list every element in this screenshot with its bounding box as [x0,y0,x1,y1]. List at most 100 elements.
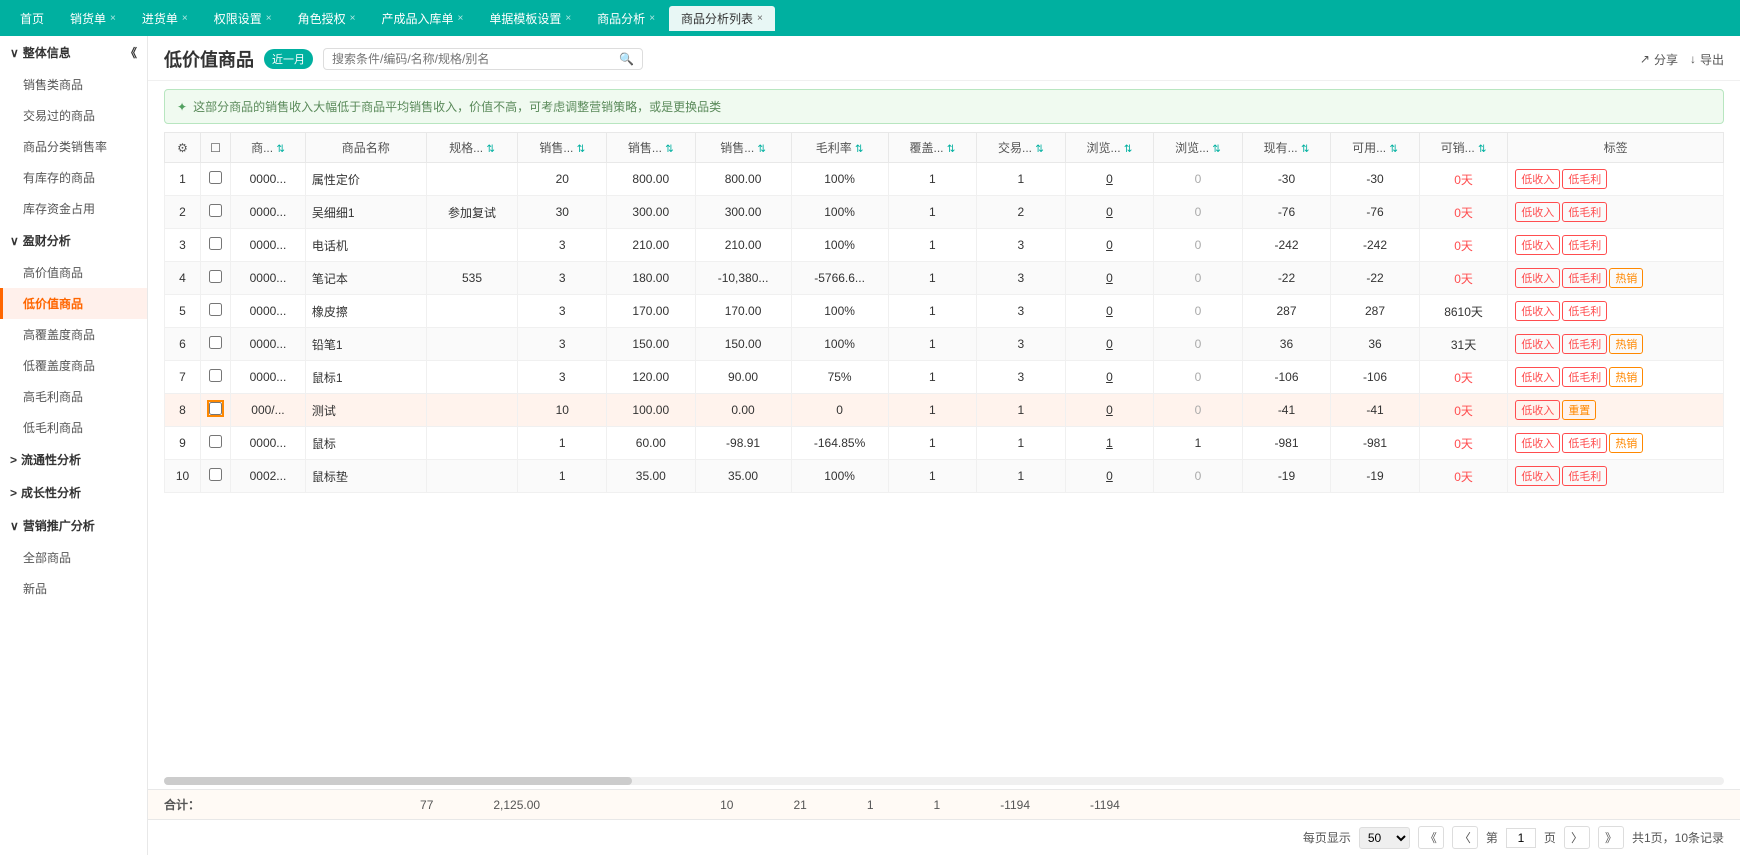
cell-sale1: 800.00 [607,163,696,196]
cell-checkbox[interactable] [201,394,231,427]
col-settings[interactable]: ⚙ [165,133,201,163]
col-browse2[interactable]: 浏览... ⇅ [1154,133,1243,163]
nav-home[interactable]: 首页 [8,6,56,31]
sidebar-item-inventory-funds[interactable]: 库存资金占用 [0,193,147,224]
cell-browse1[interactable]: 0 [1065,295,1154,328]
close-sales-order-icon[interactable]: × [110,13,116,24]
nav-product-in[interactable]: 产成品入库单 × [369,6,475,31]
close-role-auth-icon[interactable]: × [350,13,356,24]
col-spec[interactable]: 规格... ⇅ [426,133,518,163]
cell-tags: 低收入低毛利 [1508,295,1724,328]
cell-sale3: 75% [791,361,888,394]
time-filter-tag[interactable]: 近一月 [264,49,313,69]
sidebar-section-marketing[interactable]: ∨ 营销推广分析 [0,509,147,542]
cell-checkbox[interactable] [201,163,231,196]
cell-checkbox[interactable] [201,295,231,328]
page-number-input[interactable] [1506,828,1536,848]
close-product-analysis-icon[interactable]: × [649,13,655,24]
cell-browse1[interactable]: 0 [1065,361,1154,394]
col-code[interactable]: 商... ⇅ [231,133,306,163]
col-sale3[interactable]: 销售... ⇅ [695,133,791,163]
cell-checkbox[interactable] [201,262,231,295]
search-icon[interactable]: 🔍 [619,52,634,66]
close-template-icon[interactable]: × [565,13,571,24]
sidebar-item-high-margin[interactable]: 高毛利商品 [0,381,147,412]
sidebar-section-overall[interactable]: ∨ 整体信息 《 [0,36,147,69]
col-checkbox[interactable]: ☐ [201,133,231,163]
nav-permissions[interactable]: 权限设置 × [202,6,284,31]
nav-sales-order[interactable]: 销货单 × [58,6,128,31]
export-button[interactable]: ↓ 导出 [1690,51,1724,68]
cell-cover: 1 [888,328,977,361]
cell-cover: 1 [888,427,977,460]
cell-checkbox[interactable] [201,460,231,493]
close-product-in-icon[interactable]: × [457,13,463,24]
scrollbar-thumb[interactable] [164,777,632,785]
col-trade[interactable]: 交易... ⇅ [977,133,1066,163]
cell-browse1[interactable]: 0 [1065,229,1154,262]
share-button[interactable]: ↗ 分享 [1640,51,1678,68]
cell-name: 属性定价 [305,163,426,196]
nav-role-auth[interactable]: 角色授权 × [286,6,368,31]
cell-browse1[interactable]: 0 [1065,262,1154,295]
sidebar-item-category-sales-rate[interactable]: 商品分类销售率 [0,131,147,162]
nav-product-analysis-list[interactable]: 商品分析列表 × [669,6,775,31]
cell-checkbox[interactable] [201,229,231,262]
nav-purchase-order[interactable]: 进货单 × [130,6,200,31]
close-purchase-order-icon[interactable]: × [182,13,188,24]
col-sale2[interactable]: 销售... ⇅ [607,133,696,163]
sidebar-section-profit[interactable]: ∨ 盈财分析 [0,224,147,257]
cell-browse1[interactable]: 0 [1065,163,1154,196]
cell-sale3: 100% [791,295,888,328]
col-sellable[interactable]: 可销... ⇅ [1419,133,1508,163]
horizontal-scrollbar[interactable] [164,777,1724,785]
sidebar-item-low-value[interactable]: 低价值商品 [0,288,147,319]
first-page-button[interactable]: 《 [1418,826,1444,849]
cell-name: 测试 [305,394,426,427]
sidebar-section-growth[interactable]: > 成长性分析 [0,476,147,509]
content-area: 低价值商品 近一月 🔍 ↗ 分享 ↓ 导出 ✦ 这部分商品的销售收入大幅低于商品… [148,36,1740,855]
col-cover[interactable]: 覆盖... ⇅ [888,133,977,163]
cell-sale1: 300.00 [607,196,696,229]
footer-stock: -1194 [1000,798,1030,812]
last-page-button[interactable]: 》 [1598,826,1624,849]
cell-checkbox[interactable] [201,196,231,229]
collapse-overall-icon[interactable]: 《 [125,44,137,61]
close-permissions-icon[interactable]: × [266,13,272,24]
sidebar-item-low-coverage[interactable]: 低覆盖度商品 [0,350,147,381]
data-table: ⚙ ☐ 商... ⇅ 商品名称 规格... ⇅ 销售... ⇅ 销售... ⇅ … [164,132,1724,493]
sidebar-item-new-products[interactable]: 新品 [0,573,147,604]
nav-product-analysis[interactable]: 商品分析 × [585,6,667,31]
cell-browse1[interactable]: 1 [1065,427,1154,460]
cell-checkbox[interactable] [201,328,231,361]
sidebar-section-liquidity[interactable]: > 流通性分析 [0,443,147,476]
sidebar-item-low-margin[interactable]: 低毛利商品 [0,412,147,443]
col-avail[interactable]: 可用... ⇅ [1331,133,1420,163]
col-sale1[interactable]: 销售... ⇅ [518,133,607,163]
nav-template[interactable]: 单据模板设置 × [477,6,583,31]
col-gross[interactable]: 毛利率 ⇅ [791,133,888,163]
cell-browse1[interactable]: 0 [1065,460,1154,493]
sidebar-item-sales-products[interactable]: 销售类商品 [0,69,147,100]
sidebar-item-in-stock-products[interactable]: 有库存的商品 [0,162,147,193]
page-size-select[interactable]: 50 100 200 [1359,827,1410,849]
cell-trade: 1 [977,163,1066,196]
cell-no: 8 [165,394,201,427]
cell-checkbox[interactable] [201,361,231,394]
sidebar-item-all-products[interactable]: 全部商品 [0,542,147,573]
col-browse1[interactable]: 浏览... ⇅ [1065,133,1154,163]
col-stock[interactable]: 现有... ⇅ [1242,133,1331,163]
sidebar-item-high-coverage[interactable]: 高覆盖度商品 [0,319,147,350]
cell-browse2: 0 [1154,229,1243,262]
cell-browse1[interactable]: 0 [1065,328,1154,361]
search-input[interactable] [332,52,613,66]
cell-browse2: 0 [1154,394,1243,427]
sidebar-item-traded-products[interactable]: 交易过的商品 [0,100,147,131]
cell-browse1[interactable]: 0 [1065,394,1154,427]
cell-checkbox[interactable] [201,427,231,460]
sidebar-item-high-value[interactable]: 高价值商品 [0,257,147,288]
next-page-button[interactable]: 〉 [1564,826,1590,849]
close-product-analysis-list-icon[interactable]: × [757,13,763,24]
prev-page-button[interactable]: 〈 [1452,826,1478,849]
cell-browse1[interactable]: 0 [1065,196,1154,229]
